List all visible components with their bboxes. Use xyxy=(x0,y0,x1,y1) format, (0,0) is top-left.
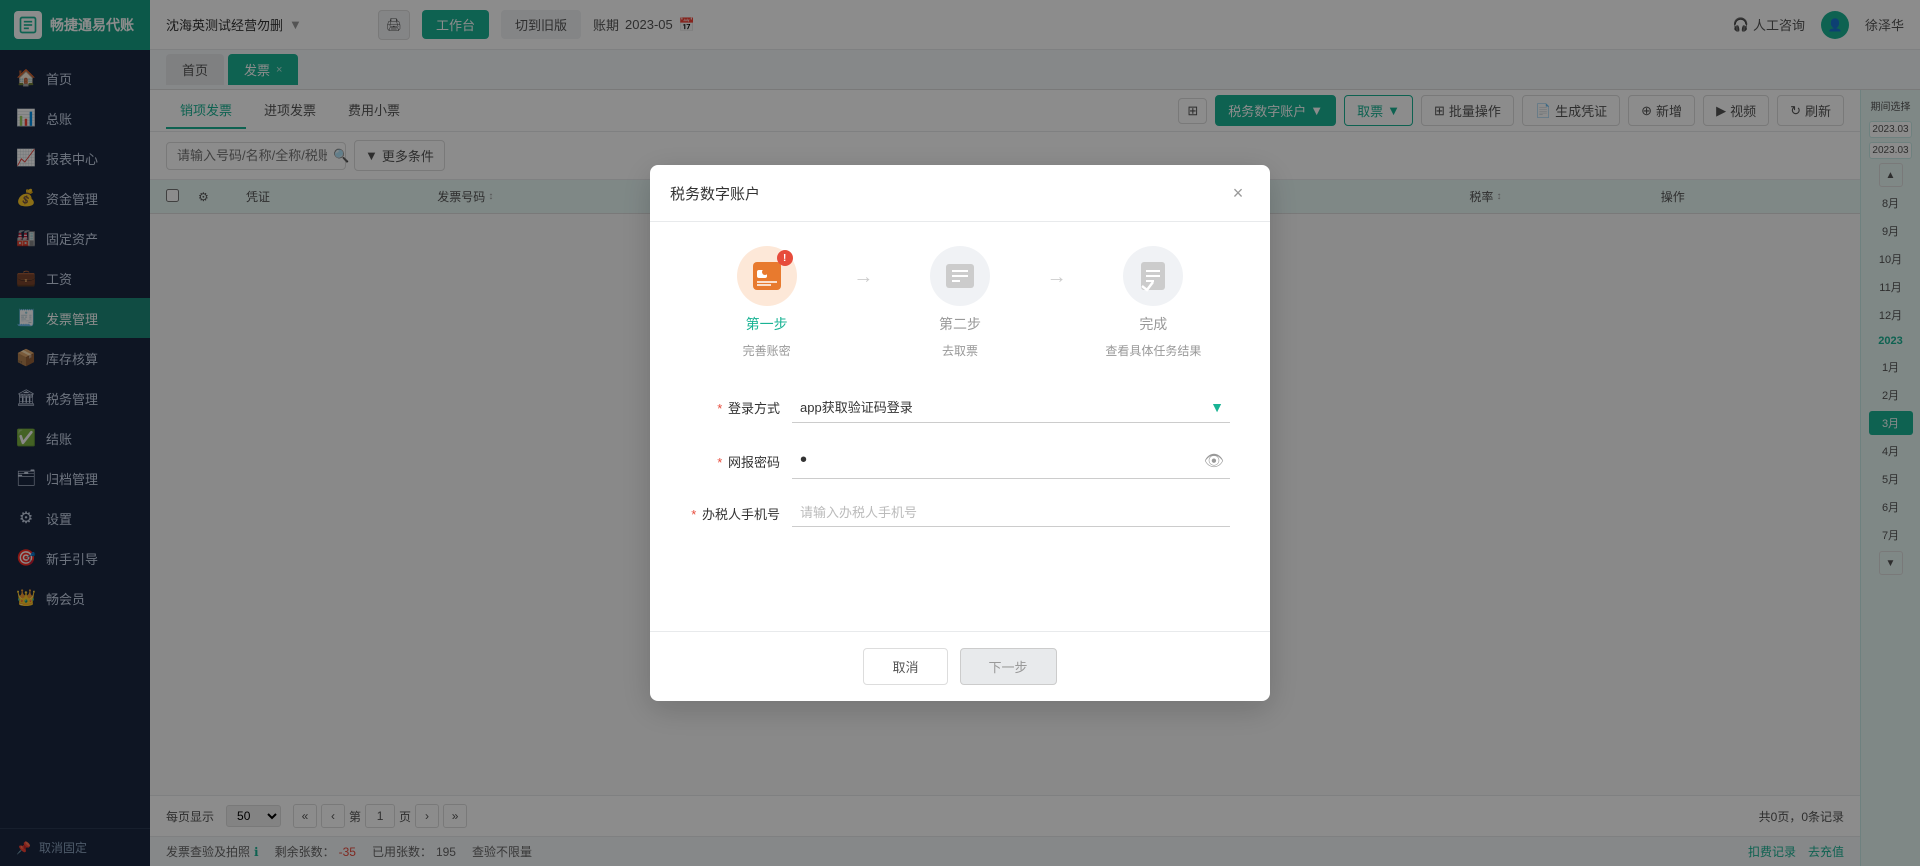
modal-next-btn[interactable]: 下一步 xyxy=(960,648,1057,685)
modal-spacer xyxy=(690,547,1230,607)
steps-container: ! 第一步 完善账密 → xyxy=(690,246,1230,359)
step-1-label: 第一步 xyxy=(746,314,788,334)
step-3-desc: 查看具体任务结果 xyxy=(1105,342,1201,359)
login-method-select[interactable]: app获取验证码登录 ▼ xyxy=(792,391,1230,423)
step-3-icon-wrap xyxy=(1123,246,1183,306)
step-1-error-badge: ! xyxy=(777,250,793,266)
modal-footer: 取消 下一步 xyxy=(650,631,1270,701)
step-2-icon xyxy=(942,258,978,294)
step-1-desc: 完善账密 xyxy=(743,342,791,359)
step-3: 完成 查看具体任务结果 xyxy=(1077,246,1230,359)
password-input[interactable] xyxy=(792,443,1198,478)
step-3-label: 完成 xyxy=(1139,314,1167,334)
password-input-wrap: 👁 xyxy=(792,443,1230,479)
login-method-arrow-icon[interactable]: ▼ xyxy=(1204,399,1230,415)
step-2-desc: 去取票 xyxy=(942,342,978,359)
tax-digital-modal: 税务数字账户 × ! xyxy=(650,165,1270,701)
modal-cancel-btn[interactable]: 取消 xyxy=(863,648,947,685)
modal-title: 税务数字账户 xyxy=(670,183,760,204)
modal-form: * 登录方式 app获取验证码登录 ▼ * 网报密码 xyxy=(690,391,1230,527)
modal-body: ! 第一步 完善账密 → xyxy=(650,222,1270,631)
modal-header: 税务数字账户 × xyxy=(650,165,1270,222)
password-row: * 网报密码 👁 xyxy=(690,443,1230,479)
phone-input[interactable] xyxy=(792,499,1230,527)
phone-row: * 办税人手机号 xyxy=(690,499,1230,527)
login-method-label: * 登录方式 xyxy=(690,398,780,417)
step-2: 第二步 去取票 xyxy=(883,246,1036,359)
login-method-value: app获取验证码登录 xyxy=(792,391,1204,422)
step-2-label: 第二步 xyxy=(939,314,981,334)
step-arrow-1: → xyxy=(843,246,883,289)
modal-close-btn[interactable]: × xyxy=(1226,181,1250,205)
login-method-row: * 登录方式 app获取验证码登录 ▼ xyxy=(690,391,1230,423)
modal-backdrop: 税务数字账户 × ! xyxy=(0,0,1920,866)
password-toggle-icon[interactable]: 👁 xyxy=(1198,451,1230,471)
step-3-icon xyxy=(1135,258,1171,294)
step-2-icon-wrap xyxy=(930,246,990,306)
password-label: * 网报密码 xyxy=(690,452,780,471)
step-1-icon-wrap: ! xyxy=(737,246,797,306)
step-1: ! 第一步 完善账密 xyxy=(690,246,843,359)
step-arrow-2: → xyxy=(1037,246,1077,289)
phone-label: * 办税人手机号 xyxy=(690,504,780,523)
